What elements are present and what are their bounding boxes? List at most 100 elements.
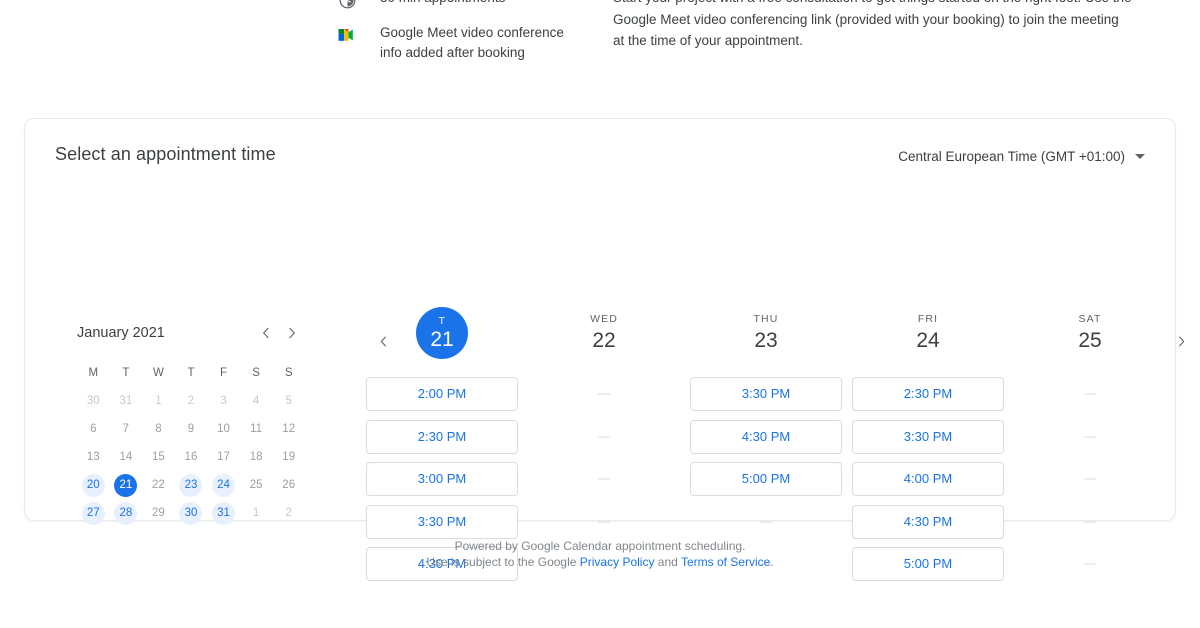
meta-item-duration: 30 min appointments (336, 0, 586, 11)
timezone-selector[interactable]: Central European Time (GMT +01:00) (898, 149, 1145, 164)
schedule-next-week-button[interactable] (1167, 327, 1195, 355)
mini-calendar-grid: M T W T F S S 30 31 1 2 3 4 5 6 7 8 9 10 11 12 13 14 15 16 17 18 19… (77, 361, 305, 525)
mini-calendar-day: 2 (175, 390, 208, 413)
mini-calendar-day: 25 (240, 474, 273, 497)
mini-calendar-day-number: 26 (282, 479, 296, 491)
meta-item-conference-label: Google Meet video conference info added … (380, 25, 564, 60)
mini-calendar-next-month-button[interactable] (279, 320, 305, 346)
mini-calendar-day: 8 (142, 418, 175, 441)
time-slot-unavailable (1014, 505, 1166, 539)
chevron-right-icon (1178, 336, 1184, 346)
mini-calendar-dow-2: W (152, 367, 164, 379)
schedule-day-header[interactable]: WED 22 (523, 311, 685, 367)
mini-calendar-day-number: 9 (187, 423, 195, 435)
mini-calendar-day[interactable]: 30 (175, 502, 208, 525)
schedule-day-header[interactable]: FRI 24 (847, 311, 1009, 367)
mini-calendar-day-number: 31 (212, 502, 236, 525)
time-slot-unavailable (528, 462, 680, 496)
mini-calendar-day: 12 (272, 418, 305, 441)
mini-calendar-day[interactable]: 23 (175, 474, 208, 497)
time-slot-button[interactable]: 3:00 PM (366, 462, 518, 496)
mini-calendar-day: 15 (142, 446, 175, 469)
time-slot-unavailable (690, 505, 842, 539)
mini-calendar-day-number: 13 (86, 451, 100, 463)
mini-calendar-day-number: 14 (119, 451, 133, 463)
footer: Powered by Google Calendar appointment s… (0, 538, 1200, 570)
mini-calendar-day-number: 29 (152, 507, 165, 519)
privacy-policy-link[interactable]: Privacy Policy (580, 555, 655, 569)
schedule-day-number: 25 (1078, 329, 1102, 352)
time-slot-unavailable (528, 377, 680, 411)
mini-calendar-day: 29 (142, 502, 175, 525)
mini-calendar-day-number: 8 (155, 423, 162, 435)
time-slot-button[interactable]: 2:00 PM (366, 377, 518, 411)
terms-of-service-link[interactable]: Terms of Service (681, 555, 770, 569)
schedule-day-number: 21 (430, 328, 454, 351)
chevron-down-icon (1135, 154, 1145, 159)
clock-icon (336, 0, 358, 11)
mini-calendar-day-number: 2 (187, 395, 195, 407)
mini-calendar-day-number: 11 (250, 423, 263, 435)
mini-calendar-day: 7 (110, 418, 143, 441)
mini-calendar-day: 18 (240, 446, 273, 469)
time-slot-button[interactable]: 2:30 PM (366, 419, 518, 454)
time-slot-button[interactable]: 3:30 PM (366, 504, 518, 539)
time-slot-unavailable (1014, 462, 1166, 496)
time-slot-button[interactable]: 5:00 PM (690, 462, 842, 496)
mini-calendar-day[interactable]: 24 (207, 474, 240, 497)
mini-calendar-day[interactable]: 20 (77, 474, 110, 497)
mini-calendar-day: 11 (240, 418, 273, 441)
time-slot-button[interactable]: 4:30 PM (852, 504, 1004, 539)
mini-calendar-day-number: 7 (122, 423, 130, 435)
schedule-prev-week-button[interactable] (369, 327, 397, 355)
time-slot-button[interactable]: 3:30 PM (690, 377, 842, 411)
mini-calendar-day-number: 25 (249, 479, 263, 491)
mini-calendar-day-number: 10 (217, 423, 230, 435)
time-slot-unavailable (528, 505, 680, 539)
mini-calendar-day: 26 (272, 474, 305, 497)
selected-day-pill[interactable]: T 21 (416, 307, 468, 359)
schedule-day-number: 23 (754, 329, 778, 352)
footer-powered-by: Powered by Google Calendar appointment s… (454, 539, 746, 553)
mini-calendar-day[interactable]: 21 (110, 474, 143, 497)
mini-calendar-day-number: 19 (282, 451, 296, 463)
mini-calendar-day-number: 28 (114, 502, 138, 525)
time-slot-button[interactable]: 4:30 PM (690, 419, 842, 454)
mini-calendar-day: 30 (77, 390, 110, 413)
card-header: Select an appointment time Central Europ… (25, 119, 1175, 195)
mini-calendar-day: 13 (77, 446, 110, 469)
mini-calendar-day-number: 23 (179, 474, 203, 497)
mini-calendar-day[interactable]: 28 (110, 502, 143, 525)
page-title: Select an appointment time (55, 144, 276, 164)
appointment-picker-card: Select an appointment time Central Europ… (24, 118, 1184, 581)
chevron-left-icon (263, 327, 269, 339)
timezone-label: Central European Time (GMT +01:00) (898, 149, 1125, 164)
schedule-day-number: 24 (916, 329, 940, 352)
footer-legal-suffix: . (770, 555, 774, 569)
footer-legal-conjunction: and (654, 555, 681, 569)
mini-calendar-day[interactable]: 31 (207, 502, 240, 525)
time-slot-button[interactable]: 3:30 PM (852, 419, 1004, 454)
schedule-day-header-row: T 21 WED 22 THU 23 FRI 24 SAT 25 (361, 307, 1171, 367)
mini-calendar-day: 6 (77, 418, 110, 441)
schedule-day-dow: SAT (1078, 313, 1102, 325)
mini-calendar-day-number: 24 (212, 474, 236, 497)
mini-calendar-day: 10 (207, 418, 240, 441)
time-slot-unavailable (1014, 377, 1166, 411)
mini-calendar-day-number: 18 (249, 451, 263, 463)
mini-calendar-day-number: 20 (81, 474, 105, 497)
mini-calendar-day-number: 22 (152, 479, 165, 491)
mini-calendar-day: 19 (272, 446, 305, 469)
mini-calendar-day-number: 4 (252, 395, 260, 407)
mini-calendar: January 2021 M T W T F S S 30 31 1 2 3 4 5 6 7 8 9 10 11 12 1… (77, 319, 305, 525)
time-slot-button[interactable]: 4:00 PM (852, 462, 1004, 496)
time-slot-button[interactable]: 2:30 PM (852, 377, 1004, 411)
mini-calendar-day[interactable]: 27 (77, 502, 110, 525)
mini-calendar-prev-month-button[interactable] (253, 320, 279, 346)
schedule-day-header[interactable]: SAT 25 (1009, 311, 1171, 367)
schedule-day-header[interactable]: THU 23 (685, 311, 847, 367)
mini-calendar-day-number: 16 (184, 451, 198, 463)
mini-calendar-day-number: 30 (179, 502, 203, 525)
appointment-meta-list: 30 min appointments Google Meet video co… (336, 0, 586, 75)
mini-calendar-day: 16 (175, 446, 208, 469)
